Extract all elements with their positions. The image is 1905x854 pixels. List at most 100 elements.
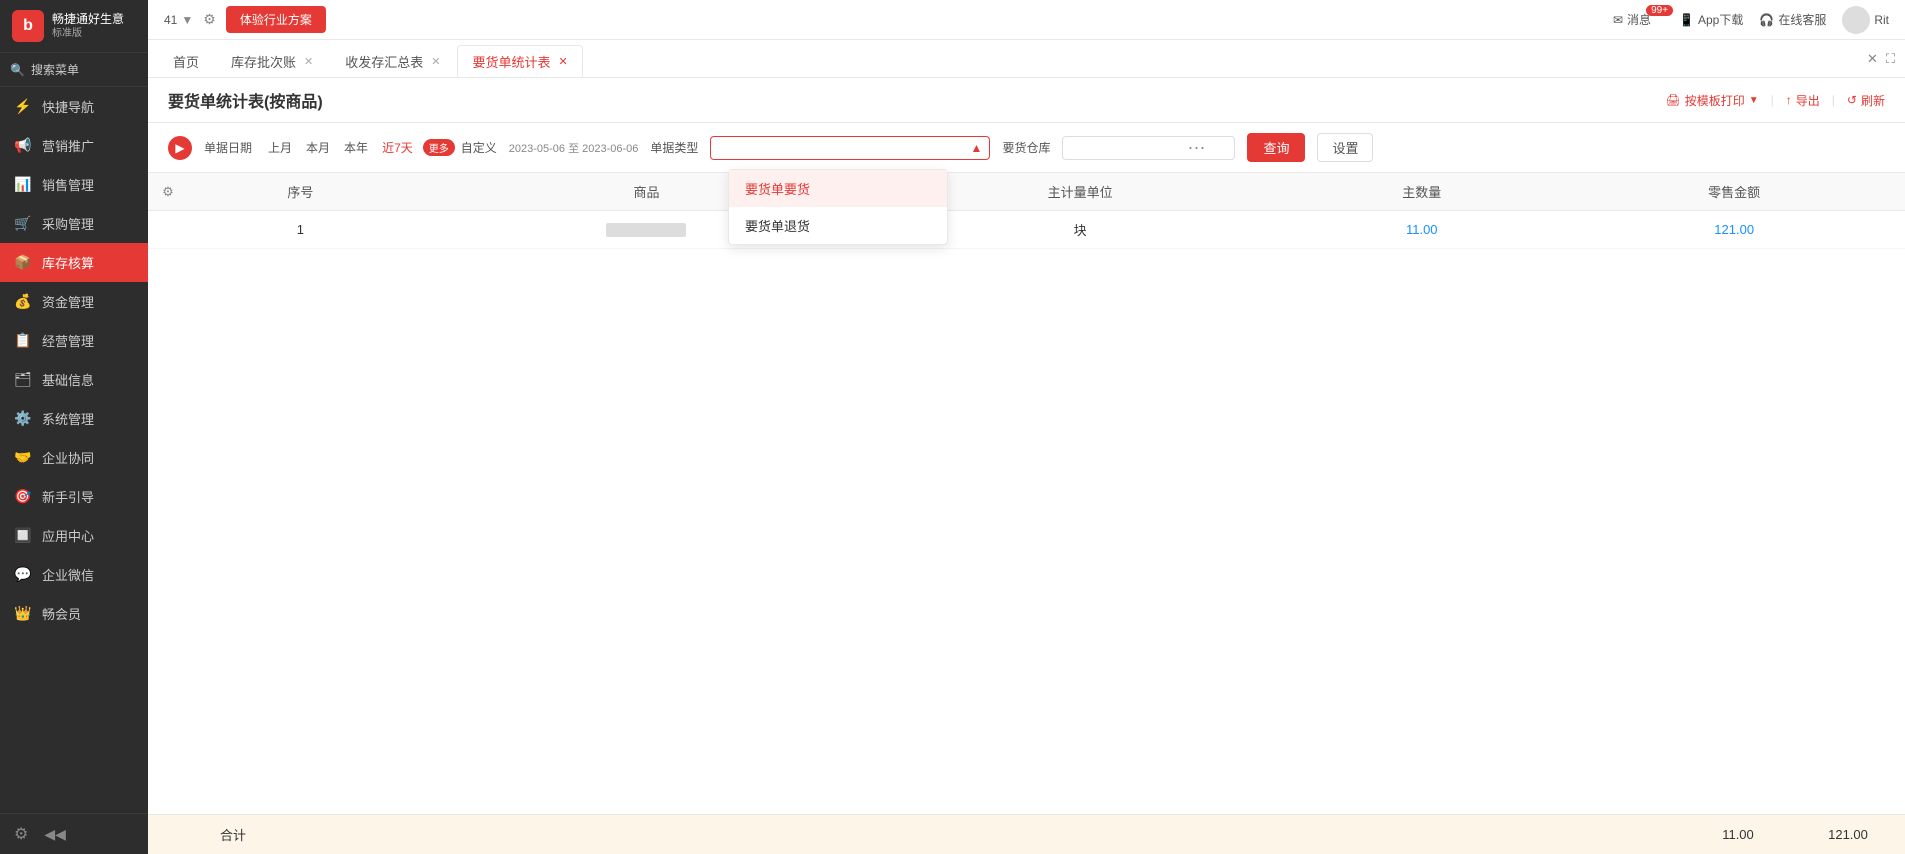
sidebar-bottom: ⚙ ◀◀ [0, 813, 148, 854]
export-button[interactable]: ↑ 导出 [1786, 92, 1820, 109]
table-cell-row-settings [148, 211, 188, 249]
sidebar-item-basic[interactable]: 🗂 基础信息 [0, 360, 148, 399]
sidebar-item-purchase[interactable]: 🛒 采购管理 [0, 204, 148, 243]
page-title: 要货单统计表(按商品) [168, 88, 323, 122]
header-gear-icon[interactable]: ⚙ [203, 11, 216, 28]
message-icon: ✉ [1613, 13, 1623, 27]
sidebar-item-system[interactable]: ⚙️ 系统管理 [0, 399, 148, 438]
type-filter-input[interactable] [710, 136, 990, 160]
main-content: 41 ▼ ⚙ 体验行业方案 ✉ 消息 99+ 📱 App下载 🎧 在线客服 R [148, 0, 1905, 854]
wechat-icon: 💬 [14, 566, 32, 583]
finance-icon: 💰 [14, 293, 32, 310]
date-range-display: 2023-05-06 至 2023-06-06 [509, 140, 639, 156]
date-btn-last-7days[interactable]: 近7天 [378, 137, 417, 158]
total-quantity-value: 11.00 [1693, 827, 1783, 842]
user-avatar-area[interactable]: Rit [1842, 6, 1889, 34]
date-quick-buttons: 上月 本月 本年 近7天 更多 自定义 [264, 137, 497, 158]
total-row: 合计 11.00 121.00 [148, 814, 1905, 854]
quick-nav-icon: ⚡ [14, 98, 32, 115]
sidebar-item-inventory[interactable]: 📦 库存核算 [0, 243, 148, 282]
close-tab-order-stats[interactable]: ✕ [559, 55, 568, 68]
table-row: 1 块 11.00 121.00 [148, 211, 1905, 249]
date-more-button[interactable]: 更多 [423, 139, 455, 156]
query-button[interactable]: 查询 [1247, 133, 1305, 162]
dropdown-item-order-return[interactable]: 要货单退货 [729, 207, 947, 244]
app-download-button[interactable]: 📱 App下载 [1679, 11, 1743, 28]
sidebar-settings-icon[interactable]: ⚙ [14, 824, 28, 844]
app-logo-icon: b [12, 10, 44, 42]
header-left: 41 ▼ ⚙ 体验行业方案 [164, 6, 326, 33]
type-filter-wrapper: ▲ [710, 136, 990, 160]
tab-invoice-summary[interactable]: 收发存汇总表 ✕ [330, 45, 455, 77]
total-label: 合计 [220, 825, 246, 844]
search-menu-button[interactable]: 🔍 搜索菜单 [10, 61, 138, 78]
table-cell-quantity[interactable]: 11.00 [1280, 211, 1563, 249]
dropdown-item-order-goods[interactable]: 要货单要货 [729, 170, 947, 207]
cooperation-icon: 🤝 [14, 449, 32, 466]
close-tab-invoice-summary[interactable]: ✕ [431, 55, 440, 68]
sidebar-search-area[interactable]: 🔍 搜索菜单 [0, 53, 148, 87]
sidebar-item-cooperation[interactable]: 🤝 企业协同 [0, 438, 148, 477]
filter-expand-button[interactable]: ▶ [168, 136, 192, 160]
refresh-button[interactable]: ↺ 刷新 [1847, 92, 1885, 109]
table-cell-amount[interactable]: 121.00 [1563, 211, 1905, 249]
sidebar-item-guide[interactable]: 🎯 新手引导 [0, 477, 148, 516]
date-custom-button[interactable]: 自定义 [461, 139, 497, 156]
warehouse-filter-input[interactable] [1062, 136, 1235, 160]
purchase-icon: 🛒 [14, 215, 32, 232]
table-area: ⚙ 序号 商品 主计量单位 主数量 零售金额 1 [148, 173, 1905, 814]
print-icon: 🖨 [1666, 93, 1681, 107]
date-btn-this-year[interactable]: 本年 [340, 137, 372, 158]
sidebar-item-wechat[interactable]: 💬 企业微信 [0, 555, 148, 594]
message-button[interactable]: ✉ 消息 99+ [1613, 11, 1663, 28]
close-tab-batch-account[interactable]: ✕ [304, 55, 313, 68]
tab-batch-account[interactable]: 库存批次账 ✕ [216, 45, 328, 77]
close-all-tabs-icon[interactable]: ✕ [1867, 51, 1878, 67]
basic-icon: 🗂 [14, 371, 32, 388]
date-btn-this-month[interactable]: 本月 [302, 137, 334, 158]
type-filter-label: 单据类型 [650, 139, 698, 156]
page-header-actions: 🖨 按模板打印 ▼ | ↑ 导出 | ↺ 刷新 [1666, 92, 1886, 119]
column-settings-icon[interactable]: ⚙ [162, 184, 174, 199]
sidebar-collapse-icon[interactable]: ◀◀ [44, 826, 66, 843]
avatar [1842, 6, 1870, 34]
filter-settings-button[interactable]: 设置 [1317, 133, 1373, 162]
warehouse-filter-label: 要货仓库 [1002, 139, 1050, 156]
table-header-row: ⚙ 序号 商品 主计量单位 主数量 零售金额 [148, 173, 1905, 211]
sidebar-item-vip[interactable]: 👑 畅会员 [0, 594, 148, 633]
export-icon: ↑ [1786, 93, 1792, 107]
tab-home[interactable]: 首页 [158, 45, 214, 77]
store-selector[interactable]: 41 ▼ [164, 13, 193, 27]
sidebar-item-sales[interactable]: 📊 销售管理 [0, 165, 148, 204]
total-amount-value: 121.00 [1803, 827, 1893, 842]
warehouse-more-icon[interactable]: ··· [1187, 137, 1205, 158]
sidebar-item-marketing[interactable]: 📢 营销推广 [0, 126, 148, 165]
sidebar-item-apps[interactable]: 🔲 应用中心 [0, 516, 148, 555]
refresh-icon: ↺ [1847, 93, 1857, 107]
trial-button[interactable]: 体验行业方案 [226, 6, 326, 33]
type-dropdown-overlay: 要货单要货 要货单退货 [728, 169, 948, 245]
online-service-button[interactable]: 🎧 在线客服 [1759, 11, 1826, 28]
print-dropdown-icon: ▼ [1749, 95, 1759, 106]
sidebar-item-finance[interactable]: 💰 资金管理 [0, 282, 148, 321]
operation-icon: 📋 [14, 332, 32, 349]
inventory-icon: 📦 [14, 254, 32, 271]
apps-icon: 🔲 [14, 527, 32, 544]
header-right: ✉ 消息 99+ 📱 App下载 🎧 在线客服 Rit [1613, 6, 1889, 34]
tab-order-stats[interactable]: 要货单统计表 ✕ [457, 45, 582, 77]
print-template-button[interactable]: 🖨 按模板打印 ▼ [1666, 92, 1759, 109]
type-dropdown-chevron-icon[interactable]: ▲ [971, 141, 983, 155]
table-col-settings: ⚙ [148, 173, 188, 211]
guide-icon: 🎯 [14, 488, 32, 505]
sidebar-item-quick-nav[interactable]: ⚡ 快捷导航 [0, 87, 148, 126]
sidebar-item-operation[interactable]: 📋 经营管理 [0, 321, 148, 360]
date-btn-last-month[interactable]: 上月 [264, 137, 296, 158]
marketing-icon: 📢 [14, 137, 32, 154]
table-cell-index: 1 [188, 211, 413, 249]
maximize-icon[interactable]: ⛶ [1886, 51, 1895, 67]
sidebar-logo: b 畅捷通好生意 标准版 [0, 0, 148, 53]
warehouse-filter-wrapper: ··· [1062, 136, 1235, 160]
system-icon: ⚙️ [14, 410, 32, 427]
page-content: 要货单统计表(按商品) 🖨 按模板打印 ▼ | ↑ 导出 | ↺ 刷新 [148, 78, 1905, 854]
search-icon: 🔍 [10, 63, 25, 77]
